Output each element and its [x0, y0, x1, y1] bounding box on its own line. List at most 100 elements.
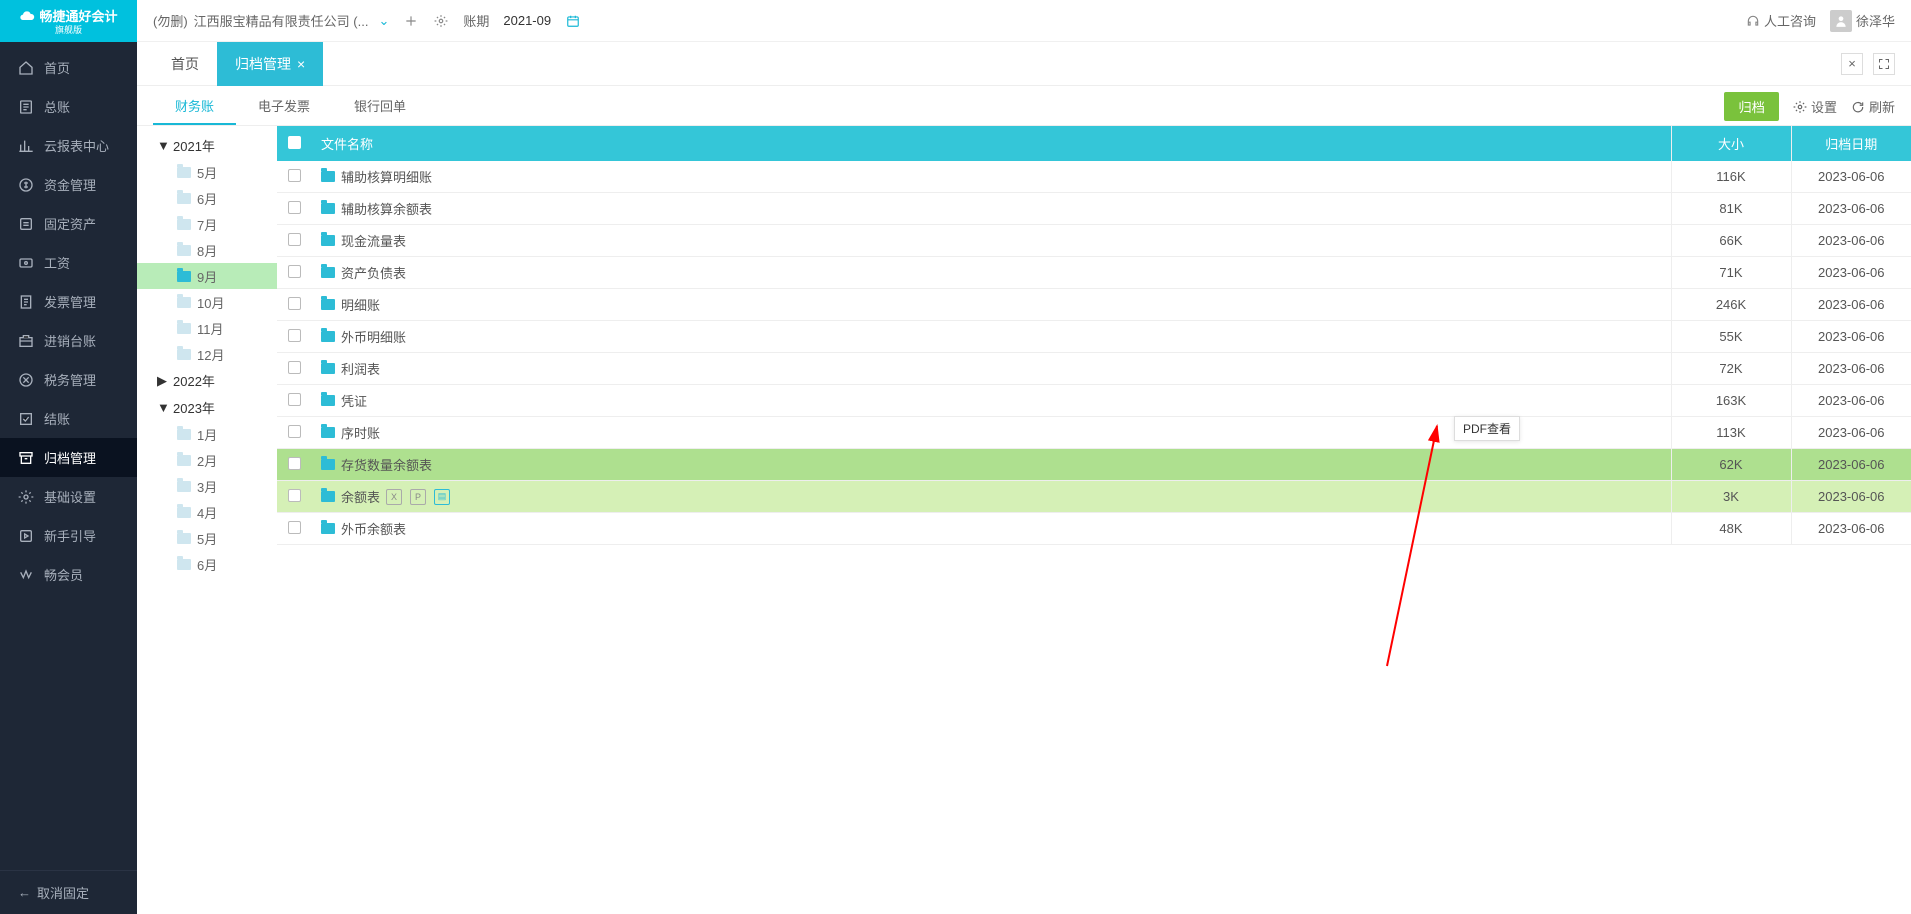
download-pdf-icon[interactable]: P [410, 489, 426, 505]
row-checkbox[interactable] [288, 329, 301, 342]
table-row[interactable]: 序时账113K2023-06-06 [277, 417, 1911, 449]
nav-ledger[interactable]: 总账 [0, 87, 137, 126]
table-row[interactable]: 明细账246K2023-06-06 [277, 289, 1911, 321]
nav-salary[interactable]: 工资 [0, 243, 137, 282]
close-icon[interactable]: × [297, 56, 305, 72]
table-row[interactable]: 凭证163K2023-06-06 [277, 385, 1911, 417]
download-excel-icon[interactable]: X [386, 489, 402, 505]
tab-archive[interactable]: 归档管理 × [217, 42, 323, 86]
ledger-icon [18, 99, 34, 115]
nav-fund[interactable]: 资金管理 [0, 165, 137, 204]
avatar-icon [1830, 10, 1852, 32]
tab-home[interactable]: 首页 [153, 42, 217, 86]
tree-year[interactable]: ▼2021年 [137, 132, 277, 159]
row-checkbox[interactable] [288, 457, 301, 470]
table-row[interactable]: 外币余额表48K2023-06-06 [277, 513, 1911, 545]
support-link[interactable]: 人工咨询 [1746, 11, 1816, 30]
tree-month[interactable]: 1月 [137, 421, 277, 447]
period-value[interactable]: 2021-09 [503, 13, 551, 28]
row-checkbox[interactable] [288, 489, 301, 502]
nav-vip[interactable]: 畅会员 [0, 555, 137, 594]
file-table: 文件名称 大小 归档日期 辅助核算明细账116K2023-06-06辅助核算余额… [277, 126, 1911, 914]
subtab-finance[interactable]: 财务账 [153, 88, 236, 125]
row-checkbox[interactable] [288, 169, 301, 182]
tree-month[interactable]: 8月 [137, 237, 277, 263]
nav-report[interactable]: 云报表中心 [0, 126, 137, 165]
nav-label: 基础设置 [44, 487, 96, 506]
row-checkbox[interactable] [288, 201, 301, 214]
file-name: 明细账 [341, 295, 380, 314]
nav-close[interactable]: 结账 [0, 399, 137, 438]
refresh-icon [1851, 100, 1865, 114]
file-name: 外币余额表 [341, 519, 406, 538]
tree-month[interactable]: 7月 [137, 211, 277, 237]
archive-button[interactable]: 归档 [1724, 92, 1779, 121]
folder-icon [177, 533, 191, 544]
tree-month[interactable]: 9月 [137, 263, 277, 289]
table-row[interactable]: 辅助核算明细账116K2023-06-06 [277, 161, 1911, 193]
nav-tax[interactable]: 税务管理 [0, 360, 137, 399]
nav-home[interactable]: 首页 [0, 48, 137, 87]
nav-settings[interactable]: 基础设置 [0, 477, 137, 516]
calendar-icon[interactable] [565, 13, 581, 29]
brand-logo[interactable]: 畅捷通好会计 旗舰版 [0, 0, 137, 42]
tree-year[interactable]: ▼2023年 [137, 394, 277, 421]
folder-icon [177, 455, 191, 466]
tree-month[interactable]: 6月 [137, 551, 277, 577]
tree-month[interactable]: 12月 [137, 341, 277, 367]
tree-month[interactable]: 10月 [137, 289, 277, 315]
table-row[interactable]: 存货数量余额表62K2023-06-06 [277, 449, 1911, 481]
tree-year[interactable]: ▶2022年 [137, 367, 277, 394]
nav-archive[interactable]: 归档管理 [0, 438, 137, 477]
home-icon [18, 60, 34, 76]
fullscreen-button[interactable] [1873, 53, 1895, 75]
tree-month[interactable]: 4月 [137, 499, 277, 525]
chevron-down-icon: ⌄ [378, 13, 389, 29]
tree-month[interactable]: 5月 [137, 159, 277, 185]
settings-link[interactable]: 设置 [1793, 97, 1837, 116]
header-checkbox[interactable] [277, 126, 311, 161]
row-checkbox[interactable] [288, 297, 301, 310]
tree-month[interactable]: 2月 [137, 447, 277, 473]
table-row[interactable]: 外币明细账55K2023-06-06 [277, 321, 1911, 353]
folder-icon [177, 297, 191, 308]
table-row[interactable]: 辅助核算余额表81K2023-06-06 [277, 193, 1911, 225]
row-checkbox[interactable] [288, 361, 301, 374]
topbar: (勿删) 江西服宝精品有限责任公司 (... ⌄ 账期 2021-09 人工咨询 [137, 0, 1911, 42]
page-tabs: 首页 归档管理 × × [137, 42, 1911, 86]
gear-icon[interactable] [433, 13, 449, 29]
tab-close-button[interactable]: × [1841, 53, 1863, 75]
company-selector[interactable]: (勿删) 江西服宝精品有限责任公司 (... ⌄ [153, 11, 389, 30]
table-row[interactable]: 余额表XP▤3K2023-06-06 [277, 481, 1911, 513]
file-date: 2023-06-06 [1791, 449, 1911, 481]
refresh-link[interactable]: 刷新 [1851, 97, 1895, 116]
row-checkbox[interactable] [288, 393, 301, 406]
tree-month[interactable]: 3月 [137, 473, 277, 499]
subtab-bank[interactable]: 银行回单 [332, 88, 428, 125]
table-row[interactable]: 资产负债表71K2023-06-06 [277, 257, 1911, 289]
user-menu[interactable]: 徐泽华 [1830, 10, 1895, 32]
add-button[interactable] [403, 13, 419, 29]
file-name: 序时账 [341, 423, 380, 442]
view-pdf-icon[interactable]: ▤ [434, 489, 450, 505]
table-row[interactable]: 利润表72K2023-06-06 [277, 353, 1911, 385]
subtab-einvoice[interactable]: 电子发票 [236, 88, 332, 125]
tree-month[interactable]: 5月 [137, 525, 277, 551]
nav-purchase[interactable]: 进销台账 [0, 321, 137, 360]
nav-invoice[interactable]: 发票管理 [0, 282, 137, 321]
tree-month[interactable]: 11月 [137, 315, 277, 341]
nav-guide[interactable]: 新手引导 [0, 516, 137, 555]
row-checkbox[interactable] [288, 233, 301, 246]
row-checkbox[interactable] [288, 521, 301, 534]
table-row[interactable]: 现金流量表66K2023-06-06 [277, 225, 1911, 257]
row-checkbox[interactable] [288, 425, 301, 438]
folder-icon [321, 235, 335, 246]
file-name: 现金流量表 [341, 231, 406, 250]
folder-icon [321, 299, 335, 310]
folder-icon [321, 203, 335, 214]
nav-asset[interactable]: 固定资产 [0, 204, 137, 243]
tree-month[interactable]: 6月 [137, 185, 277, 211]
row-checkbox[interactable] [288, 265, 301, 278]
sidebar-unpin[interactable]: ← 取消固定 [0, 870, 137, 914]
file-date: 2023-06-06 [1791, 289, 1911, 321]
